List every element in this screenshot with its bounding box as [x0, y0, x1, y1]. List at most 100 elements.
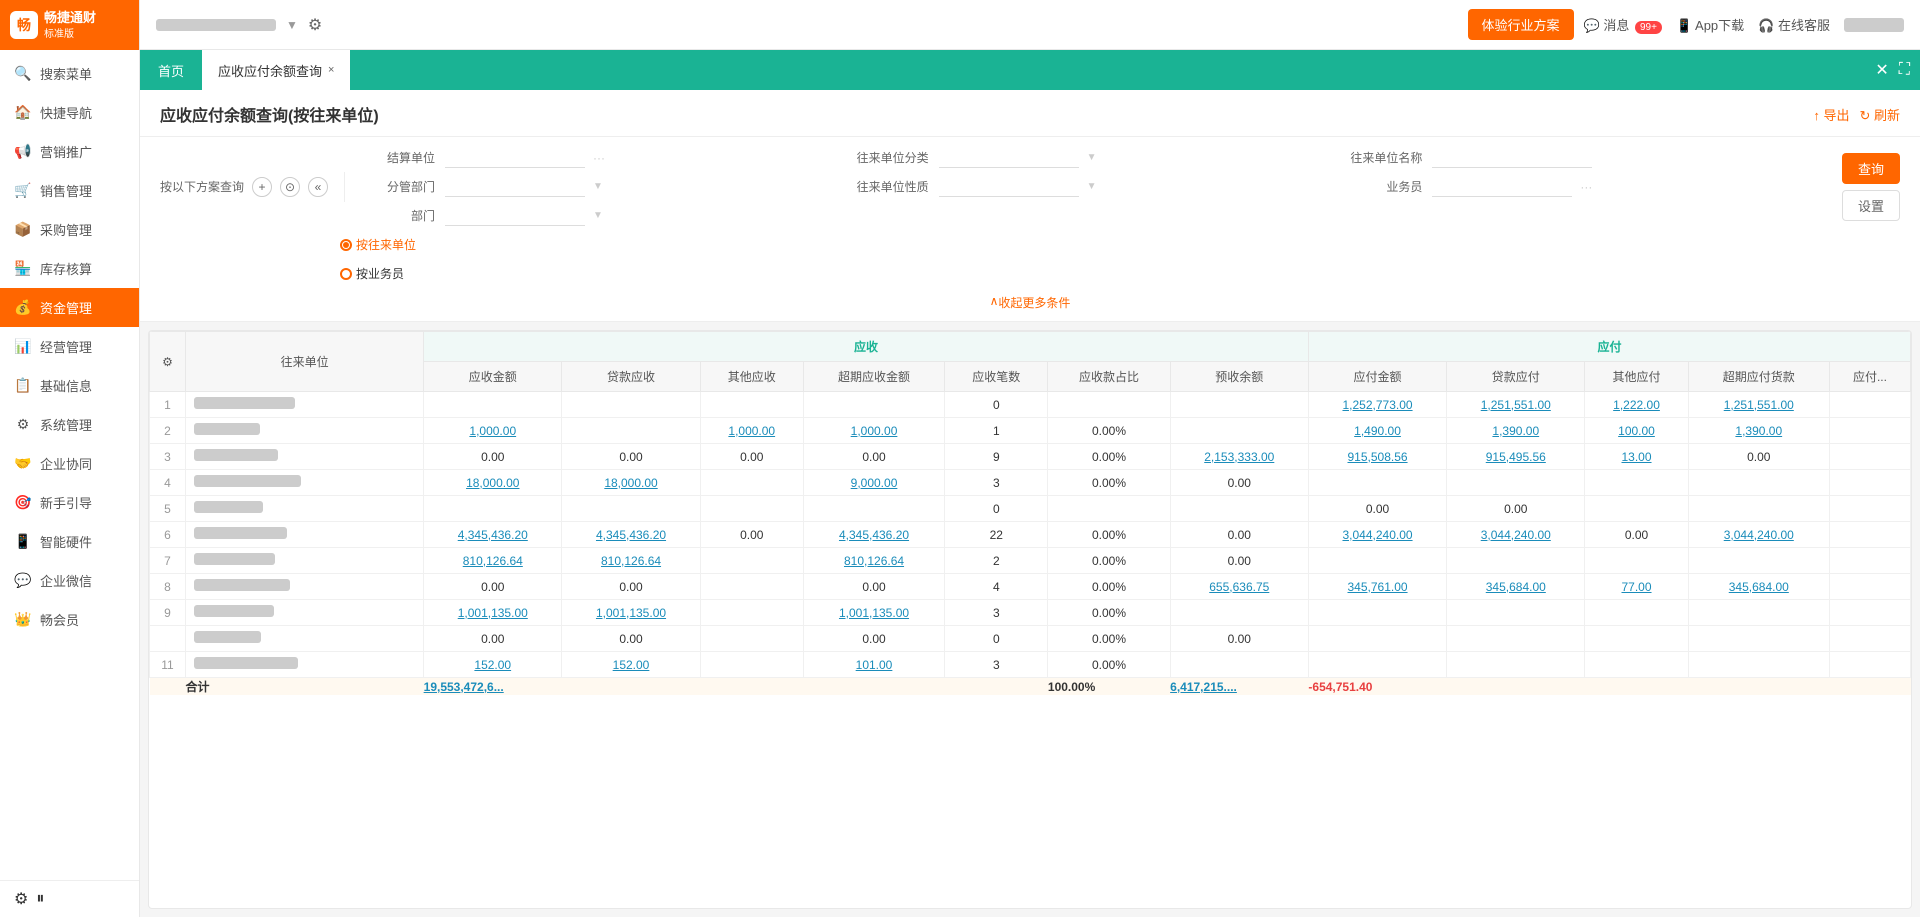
salesman-input[interactable] [1432, 176, 1572, 197]
partner-category-input[interactable] [939, 147, 1079, 168]
row-ar-amount[interactable]: 1,000.00 [424, 418, 562, 444]
filter-settings-icon[interactable]: ⊙ [280, 177, 300, 197]
refresh-button[interactable]: ↻ 刷新 [1859, 105, 1900, 124]
sidebar-item-nav[interactable]: 🏠 快捷导航 [0, 93, 139, 132]
row-ar-amount[interactable]: 18,000.00 [424, 470, 562, 496]
tab-window-close-icon[interactable]: ✕ [1875, 60, 1888, 80]
department-input[interactable] [445, 205, 585, 226]
row-ar-other[interactable]: 1,000.00 [700, 418, 803, 444]
settlement-unit-dots[interactable]: ··· [593, 151, 605, 165]
solution-button[interactable]: 体验行业方案 [1468, 9, 1574, 40]
sidebar-item-finance[interactable]: 💰 资金管理 [0, 288, 139, 327]
row-ar-overdue[interactable]: 810,126.64 [803, 548, 944, 574]
service-btn[interactable]: 🎧 在线客服 [1758, 15, 1830, 34]
row-ap-other[interactable]: 1,222.00 [1585, 392, 1688, 418]
row-ap-other[interactable]: 100.00 [1585, 418, 1688, 444]
row-ap-other[interactable]: 13.00 [1585, 444, 1688, 470]
row-ap-loan[interactable]: 1,390.00 [1447, 418, 1585, 444]
row-ar-amount[interactable]: 1,001,135.00 [424, 600, 562, 626]
scheme-option-salesman[interactable]: 按业务员 [330, 261, 426, 286]
sidebar-settings-icon[interactable]: ⚙ [14, 889, 28, 909]
row-ar-ratio [1048, 496, 1170, 522]
row-ap-overdue[interactable]: 1,390.00 [1688, 418, 1829, 444]
sidebar-item-search[interactable]: 🔍 搜索菜单 [0, 54, 139, 93]
partner-name-input[interactable] [1432, 147, 1592, 168]
export-button[interactable]: ↑ 导出 [1813, 105, 1849, 124]
sidebar-item-collab[interactable]: 🤝 企业协同 [0, 444, 139, 483]
tab-home[interactable]: 首页 [140, 50, 202, 90]
partner-nature-arrow[interactable]: ▼ [1087, 181, 1097, 192]
sidebar-item-hardware[interactable]: 📱 智能硬件 [0, 522, 139, 561]
row-ap-amount [1308, 470, 1446, 496]
sidebar-item-purchase[interactable]: 📦 采购管理 [0, 210, 139, 249]
row-ap-overdue[interactable]: 345,684.00 [1688, 574, 1829, 600]
th-ap-overdue: 超期应付货款 [1688, 362, 1829, 392]
row-ar-overdue[interactable]: 1,000.00 [803, 418, 944, 444]
sidebar-item-wechat[interactable]: 💬 企业微信 [0, 561, 139, 600]
row-ar-overdue[interactable]: 4,345,436.20 [803, 522, 944, 548]
settlement-unit-input[interactable] [445, 147, 585, 168]
summary-ar-prepay[interactable]: 6,417,215.... [1170, 678, 1308, 696]
row-ap-loan[interactable]: 3,044,240.00 [1447, 522, 1585, 548]
tab-close-button[interactable]: × [328, 64, 334, 76]
dept-input[interactable] [445, 176, 585, 197]
message-btn[interactable]: 💬 消息 99+ [1584, 15, 1662, 34]
row-ar-amount[interactable]: 810,126.64 [424, 548, 562, 574]
row-ar-prepay[interactable]: 655,636.75 [1170, 574, 1308, 600]
row-ap-loan[interactable]: 1,251,551.00 [1447, 392, 1585, 418]
sidebar-item-inventory[interactable]: 🏪 库存核算 [0, 249, 139, 288]
row-ar-overdue[interactable]: 101.00 [803, 652, 944, 678]
wechat-icon: 💬 [14, 572, 32, 589]
department-arrow[interactable]: ▼ [593, 210, 603, 221]
topbar-dropdown-icon[interactable]: ▼ [286, 18, 298, 32]
row-ap-overdue[interactable]: 1,251,551.00 [1688, 392, 1829, 418]
filter-back-icon[interactable]: « [308, 177, 328, 197]
salesman-dots[interactable]: ··· [1580, 180, 1592, 194]
row-ar-loan[interactable]: 18,000.00 [562, 470, 700, 496]
row-ap-other[interactable]: 77.00 [1585, 574, 1688, 600]
partner-nature-input[interactable] [939, 176, 1079, 197]
summary-ar-amount[interactable]: 19,553,472,6... [424, 678, 562, 696]
sidebar-collapse-icon[interactable]: ⏸ [36, 890, 44, 908]
th-gear[interactable]: ⚙ [150, 332, 186, 392]
row-ar-amount[interactable]: 152.00 [424, 652, 562, 678]
row-ap-amount[interactable]: 1,490.00 [1308, 418, 1446, 444]
dept-arrow[interactable]: ▼ [593, 181, 603, 192]
row-ar-loan[interactable]: 4,345,436.20 [562, 522, 700, 548]
filter-collapse-button[interactable]: ∧ 收起更多条件 [160, 290, 1900, 315]
row-ar-prepay[interactable]: 2,153,333.00 [1170, 444, 1308, 470]
filter-add-button[interactable]: + [252, 177, 272, 197]
sidebar-nav: 🔍 搜索菜单 🏠 快捷导航 📢 营销推广 🛒 销售管理 📦 采购管理 🏪 [0, 50, 139, 880]
row-ar-loan[interactable]: 152.00 [562, 652, 700, 678]
row-ap-overdue[interactable]: 3,044,240.00 [1688, 522, 1829, 548]
row-ap-amount[interactable]: 915,508.56 [1308, 444, 1446, 470]
query-button[interactable]: 查询 [1842, 153, 1900, 184]
row-ar-overdue[interactable]: 9,000.00 [803, 470, 944, 496]
sidebar-item-sales[interactable]: 🛒 销售管理 [0, 171, 139, 210]
row-ap-amount[interactable]: 345,761.00 [1308, 574, 1446, 600]
sidebar-item-management[interactable]: 📊 经营管理 [0, 327, 139, 366]
tab-expand-icon[interactable]: ⛶ [1899, 61, 1910, 79]
download-btn[interactable]: 📱 App下载 [1676, 15, 1744, 34]
sidebar-item-basic-info[interactable]: 📋 基础信息 [0, 366, 139, 405]
tab-ar-query[interactable]: 应收应付余额查询 × [202, 50, 350, 90]
row-ap-loan[interactable]: 345,684.00 [1447, 574, 1585, 600]
topbar-gear-icon[interactable]: ⚙ [308, 15, 322, 35]
row-ar-loan[interactable]: 1,001,135.00 [562, 600, 700, 626]
filter-partner-category: 往来单位分类 ▼ [855, 147, 1329, 168]
scheme-option-partner[interactable]: 按往来单位 [330, 232, 426, 257]
partner-category-arrow[interactable]: ▼ [1087, 152, 1097, 163]
sales-icon: 🛒 [14, 182, 32, 199]
row-ap-amount[interactable]: 1,252,773.00 [1308, 392, 1446, 418]
sidebar-item-marketing[interactable]: 📢 营销推广 [0, 132, 139, 171]
sidebar-item-system[interactable]: ⚙ 系统管理 [0, 405, 139, 444]
setting-button[interactable]: 设置 [1842, 190, 1900, 221]
row-ar-loan[interactable]: 810,126.64 [562, 548, 700, 574]
table-gear-icon[interactable]: ⚙ [162, 355, 173, 369]
row-ap-amount[interactable]: 3,044,240.00 [1308, 522, 1446, 548]
row-ar-overdue[interactable]: 1,001,135.00 [803, 600, 944, 626]
row-ap-loan[interactable]: 915,495.56 [1447, 444, 1585, 470]
row-ar-amount[interactable]: 4,345,436.20 [424, 522, 562, 548]
sidebar-item-guide[interactable]: 🎯 新手引导 [0, 483, 139, 522]
sidebar-item-member[interactable]: 👑 畅会员 [0, 600, 139, 639]
